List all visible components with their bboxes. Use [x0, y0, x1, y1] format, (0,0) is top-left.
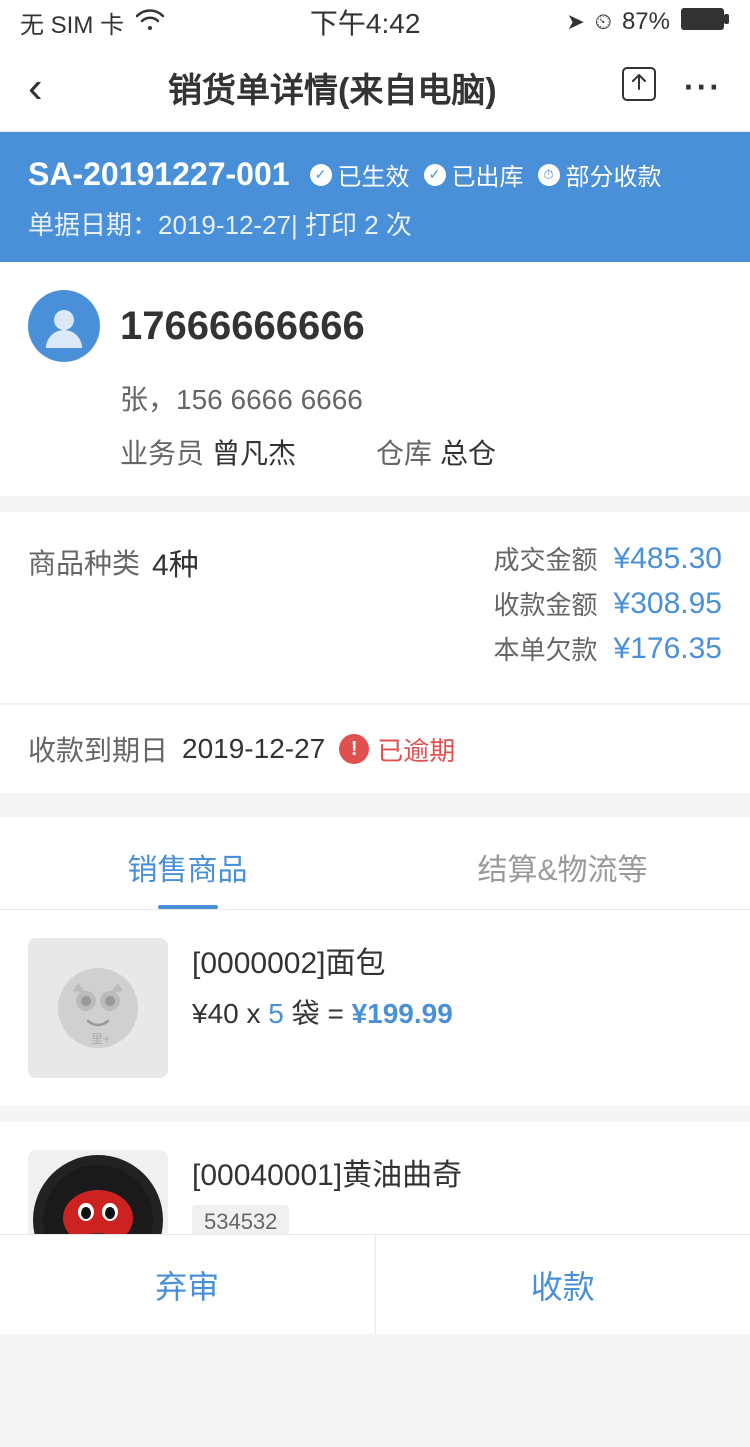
overdue-icon: !: [339, 734, 369, 764]
nav-bar: ‹ 销货单详情(来自电脑) ···: [0, 44, 750, 132]
owe-amount-row: 本单欠款 ¥176.35: [494, 630, 722, 667]
order-header: SA-20191227-001 ✓ 已生效 ✓ 已出库 ⏱ 部分收款 单据日期：…: [0, 132, 750, 262]
product-info-1: [0000002]面包 ¥40 x 5 袋 = ¥199.99: [192, 938, 722, 1032]
check-icon-1: ✓: [310, 164, 332, 186]
product-item: 里+ [0000002]面包 ¥40 x 5 袋 = ¥199.99: [0, 910, 750, 1106]
clock-icon: ⏱: [538, 164, 560, 186]
stats-left: 商品种类 4种: [28, 540, 199, 588]
product-name-2: [00040001]黄油曲奇: [192, 1150, 722, 1194]
status-badges: ✓ 已生效 ✓ 已出库 ⏱ 部分收款: [310, 157, 662, 192]
customer-section: 17666666666 张，156 6666 6666 业务员 曾凡杰 仓库 总…: [0, 262, 750, 496]
check-icon-2: ✓: [424, 164, 446, 186]
bottom-bar: 弃审 收款: [0, 1234, 750, 1334]
svg-text:里+: 里+: [91, 1032, 110, 1046]
product-thumbnail-1: 里+: [28, 938, 168, 1078]
page-title: 销货单详情(来自电脑): [168, 63, 497, 112]
order-id: SA-20191227-001: [28, 156, 290, 193]
product-type-row: 商品种类 4种: [28, 540, 199, 584]
tabs-section: 销售商品 结算&物流等 里+: [0, 809, 750, 1447]
received-amount-row: 收款金额 ¥308.95: [494, 585, 722, 622]
product-list: 里+ [0000002]面包 ¥40 x 5 袋 = ¥199.99: [0, 910, 750, 1447]
tab-settlement[interactable]: 结算&物流等: [375, 817, 750, 909]
time-text: 下午4:42: [310, 2, 421, 42]
due-section: 收款到期日 2019-12-27 ! 已逾期: [0, 704, 750, 793]
product-qty-1: 5: [268, 998, 284, 1029]
status-bar: 无 SIM 卡 下午4:42 ➤ ⏲ 87%: [0, 0, 750, 44]
wifi-icon: [136, 8, 164, 36]
battery-percent: 87%: [622, 8, 670, 36]
status-right: ➤ ⏲ 87%: [566, 6, 730, 39]
cancel-button[interactable]: 弃审: [0, 1235, 376, 1334]
share-button[interactable]: [622, 67, 656, 109]
order-date: 单据日期：2019-12-27| 打印 2 次: [28, 205, 722, 242]
location-icon: ➤: [566, 9, 584, 35]
nav-right-actions: ···: [622, 67, 722, 109]
customer-avatar: [28, 290, 100, 362]
warehouse-info: 仓库 总仓: [376, 432, 496, 472]
stats-section: 商品种类 4种 成交金额 ¥485.30 收款金额 ¥308.95 本单欠款 ¥…: [0, 512, 750, 704]
customer-row: 17666666666: [28, 290, 722, 362]
tab-sales-products[interactable]: 销售商品: [0, 817, 375, 909]
overdue-badge: ! 已逾期: [339, 731, 455, 768]
status-left: 无 SIM 卡: [20, 5, 164, 40]
order-header-top: SA-20191227-001 ✓ 已生效 ✓ 已出库 ⏱ 部分收款: [28, 156, 722, 193]
stats-right: 成交金额 ¥485.30 收款金额 ¥308.95 本单欠款 ¥176.35: [494, 540, 722, 675]
back-button[interactable]: ‹: [28, 63, 43, 113]
customer-meta: 业务员 曾凡杰 仓库 总仓: [28, 432, 722, 472]
tabs-row: 销售商品 结算&物流等: [0, 817, 750, 910]
bottom-spacer: [0, 1337, 750, 1447]
status-badge-3: ⏱ 部分收款: [538, 157, 662, 192]
customer-name-info: 张，156 6666 6666: [28, 378, 722, 418]
battery-icon: [680, 6, 730, 39]
status-badge-2: ✓ 已出库: [424, 157, 524, 192]
deal-amount-row: 成交金额 ¥485.30: [494, 540, 722, 577]
product-price-1: ¥40 x 5 袋 = ¥199.99: [192, 992, 722, 1032]
confirm-button[interactable]: 收款: [376, 1235, 750, 1334]
sales-info: 业务员 曾凡杰: [120, 432, 296, 472]
carrier-text: 无 SIM 卡: [20, 5, 124, 40]
status-badge-1: ✓ 已生效: [310, 157, 410, 192]
product-name-1: [0000002]面包: [192, 938, 722, 982]
product-total-1: ¥199.99: [352, 998, 453, 1029]
alarm-icon: ⏲: [595, 9, 612, 35]
customer-phone: 17666666666: [120, 304, 365, 349]
more-button[interactable]: ···: [684, 69, 722, 106]
